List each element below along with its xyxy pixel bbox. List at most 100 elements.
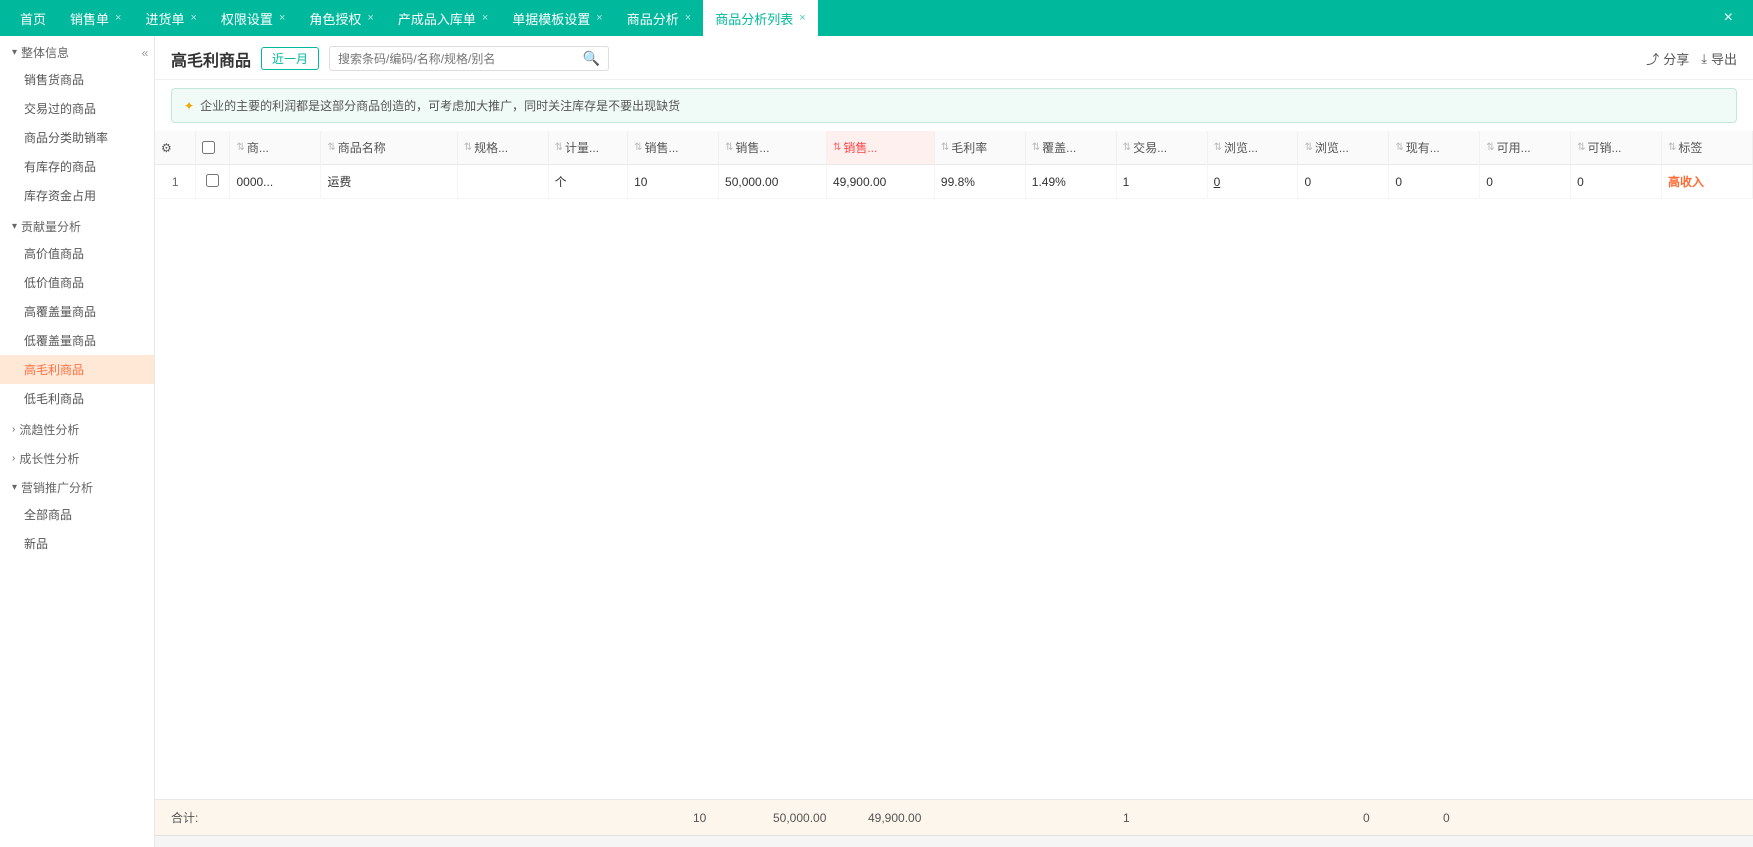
sidebar-item-stocked-goods[interactable]: 有库存的商品	[0, 152, 154, 181]
sidebar-group-marketing[interactable]: ▾ 营销推广分析	[0, 471, 154, 500]
sidebar-group-contribution[interactable]: ▾ 贡献量分析	[0, 210, 154, 239]
sidebar: « ▾ 整体信息 销售货商品 交易过的商品 商品分类助销率 有库存的商品 库存资…	[0, 36, 155, 847]
row-views1[interactable]: 0	[1207, 165, 1298, 199]
sidebar-item-low-margin[interactable]: 低毛利商品	[0, 384, 154, 413]
col-transactions[interactable]: ⇅交易...	[1116, 131, 1207, 165]
row-name: 运费	[321, 165, 457, 199]
sidebar-item-sales-goods[interactable]: 销售货商品	[0, 65, 154, 94]
col-code[interactable]: ⇅商...	[230, 131, 321, 165]
sidebar-group-trend[interactable]: › 流趋性分析	[0, 413, 154, 442]
close-product-inbound-icon[interactable]: ×	[482, 12, 488, 24]
sidebar-item-inventory-capital[interactable]: 库存资金占用	[0, 181, 154, 210]
table-header-row: ⚙ ⇅商... ⇅商品名称 ⇅规格...	[155, 131, 1753, 165]
footer-cells: 10 50,000.00 49,900.00 1 0 0	[271, 811, 1517, 825]
col-checkbox[interactable]	[196, 131, 230, 165]
nav-product-analysis-list[interactable]: 商品分析列表 ×	[703, 0, 817, 36]
close-product-analysis-icon[interactable]: ×	[685, 12, 691, 24]
col-settings[interactable]: ⚙	[155, 131, 196, 165]
close-template-icon[interactable]: ×	[596, 12, 602, 24]
row-current-stock: 0	[1389, 165, 1480, 199]
col-sales-profit[interactable]: ⇅销售...	[826, 131, 934, 165]
col-views1[interactable]: ⇅浏览...	[1207, 131, 1298, 165]
main-layout: « ▾ 整体信息 销售货商品 交易过的商品 商品分类助销率 有库存的商品 库存资…	[0, 36, 1753, 847]
sidebar-item-category-sales-rate[interactable]: 商品分类助销率	[0, 123, 154, 152]
row-num: 1	[155, 165, 196, 199]
footer-sales-count: 10	[687, 811, 767, 825]
nav-product-inbound[interactable]: 产成品入库单 ×	[386, 0, 500, 36]
footer-label: 合计:	[171, 809, 271, 826]
overall-arrow-icon: ▾	[12, 47, 17, 58]
row-gross-margin: 99.8%	[934, 165, 1025, 199]
col-tag[interactable]: ⇅标签	[1662, 131, 1753, 165]
nav-product-analysis[interactable]: 商品分析 ×	[615, 0, 703, 36]
sidebar-item-low-coverage[interactable]: 低覆盖量商品	[0, 326, 154, 355]
footer-current-stock: 0	[1357, 811, 1437, 825]
search-box: 🔍	[329, 46, 609, 71]
col-unit[interactable]: ⇅计量...	[548, 131, 628, 165]
close-sales-order-icon[interactable]: ×	[115, 12, 121, 24]
col-saleable-stock[interactable]: ⇅可销...	[1571, 131, 1662, 165]
content-header: 高毛利商品 近一月 🔍 ⤴ 分享 ⤓ 导出	[155, 36, 1753, 80]
col-name[interactable]: ⇅商品名称	[321, 131, 457, 165]
col-sales-count[interactable]: ⇅销售...	[628, 131, 719, 165]
sidebar-group-overall[interactable]: ▾ 整体信息	[0, 36, 154, 65]
nav-template-settings[interactable]: 单据模板设置 ×	[500, 0, 614, 36]
search-input[interactable]	[338, 52, 577, 66]
info-banner: ✦ 企业的主要的利润都是这部分商品创造的，可考虑加大推广，同时关注库存是不要出现…	[171, 88, 1737, 123]
col-coverage[interactable]: ⇅覆盖...	[1025, 131, 1116, 165]
col-current-stock[interactable]: ⇅现有...	[1389, 131, 1480, 165]
sidebar-item-new-goods[interactable]: 新品	[0, 529, 154, 558]
close-role-auth-icon[interactable]: ×	[367, 12, 373, 24]
sidebar-item-high-coverage[interactable]: 高覆盖量商品	[0, 297, 154, 326]
growth-arrow-icon: ›	[12, 453, 15, 464]
share-icon: ⤴	[1646, 49, 1659, 68]
sidebar-item-low-value[interactable]: 低价值商品	[0, 268, 154, 297]
row-checkbox[interactable]	[206, 174, 219, 187]
sidebar-collapse-button[interactable]: «	[136, 44, 154, 62]
header-actions: ⤴ 分享 ⤓ 导出	[1646, 49, 1737, 68]
row-sales-count: 10	[628, 165, 719, 199]
nav-permission-settings[interactable]: 权限设置 ×	[209, 0, 297, 36]
product-table: ⚙ ⇅商... ⇅商品名称 ⇅规格...	[155, 131, 1753, 199]
row-saleable-stock: 0	[1571, 165, 1662, 199]
trend-arrow-icon: ›	[12, 424, 15, 435]
close-purchase-order-icon[interactable]: ×	[190, 12, 196, 24]
sidebar-item-high-value[interactable]: 高价值商品	[0, 239, 154, 268]
contribution-arrow-icon: ▾	[12, 221, 17, 232]
row-tag: 高收入	[1662, 165, 1753, 199]
page-title: 高毛利商品	[171, 47, 251, 71]
close-permission-icon[interactable]: ×	[279, 12, 285, 24]
col-gross-margin[interactable]: ⇅毛利率	[934, 131, 1025, 165]
search-icon[interactable]: 🔍	[583, 50, 600, 67]
top-navigation: 首页 销售单 × 进货单 × 权限设置 × 角色授权 × 产成品入库单 × 单据…	[0, 0, 1753, 36]
nav-sales-order[interactable]: 销售单 ×	[58, 0, 133, 36]
horizontal-scrollbar[interactable]	[155, 835, 1753, 847]
row-code: 0000...	[230, 165, 321, 199]
sidebar-group-growth[interactable]: › 成长性分析	[0, 442, 154, 471]
col-spec[interactable]: ⇅规格...	[457, 131, 548, 165]
col-views2[interactable]: ⇅浏览...	[1298, 131, 1389, 165]
info-icon: ✦	[184, 99, 194, 113]
table-row: 1 0000... 运费 个 10 50,000.00 49,900.00 99…	[155, 165, 1753, 199]
select-all-checkbox[interactable]	[202, 141, 215, 154]
filter-recent-month-button[interactable]: 近一月	[261, 47, 319, 70]
sidebar-item-all-goods[interactable]: 全部商品	[0, 500, 154, 529]
col-sales-amount[interactable]: ⇅销售...	[719, 131, 827, 165]
nav-home[interactable]: 首页	[8, 0, 58, 36]
row-available-stock: 0	[1480, 165, 1571, 199]
export-icon: ⤓	[1701, 51, 1707, 67]
footer-available-stock: 0	[1437, 811, 1517, 825]
nav-role-auth[interactable]: 角色授权 ×	[297, 0, 385, 36]
close-product-analysis-list-icon[interactable]: ×	[799, 12, 805, 24]
marketing-arrow-icon: ▾	[12, 482, 17, 493]
share-button[interactable]: ⤴ 分享	[1646, 49, 1689, 68]
col-available-stock[interactable]: ⇅可用...	[1480, 131, 1571, 165]
table-container[interactable]: ⚙ ⇅商... ⇅商品名称 ⇅规格...	[155, 131, 1753, 799]
sidebar-item-traded-goods[interactable]: 交易过的商品	[0, 94, 154, 123]
close-window-button[interactable]: ×	[1712, 9, 1745, 27]
export-button[interactable]: ⤓ 导出	[1701, 49, 1737, 68]
sidebar-item-high-margin[interactable]: 高毛利商品	[0, 355, 154, 384]
nav-purchase-order[interactable]: 进货单 ×	[133, 0, 208, 36]
row-sales-profit: 49,900.00	[826, 165, 934, 199]
row-spec	[457, 165, 548, 199]
